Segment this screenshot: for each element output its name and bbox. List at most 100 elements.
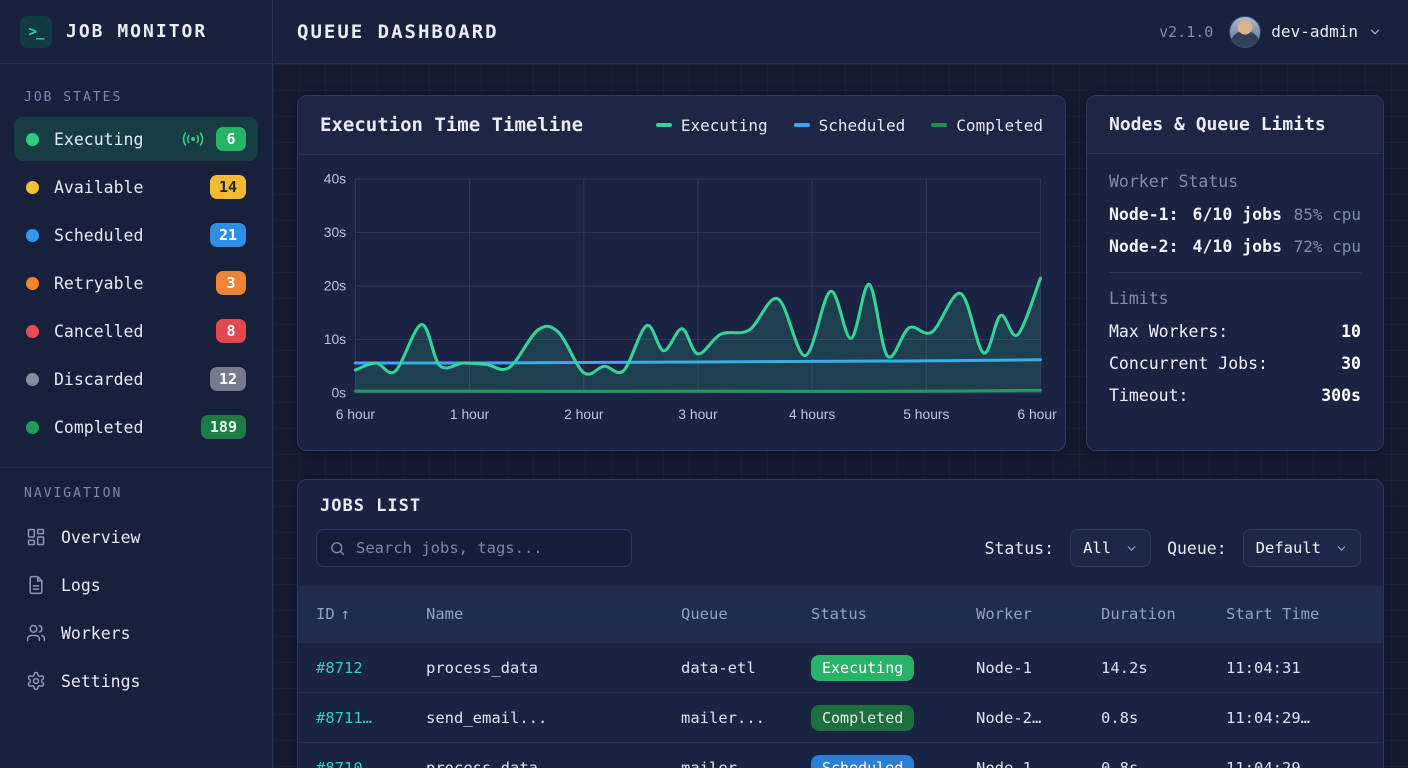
limit-row-concurrent-jobs: Concurrent Jobs: 30 (1109, 354, 1361, 373)
queue-filter-select[interactable]: Default (1242, 529, 1361, 567)
legend-item-scheduled[interactable]: Scheduled (793, 116, 905, 135)
svg-text:4 hours: 4 hours (789, 407, 835, 422)
discarded-dot (26, 372, 39, 386)
nav-label: Overview (61, 527, 141, 547)
svg-text:6 hour: 6 hour (336, 407, 376, 422)
count-badge: 6 (216, 127, 246, 151)
sidebar-item-completed[interactable]: Completed 189 (14, 405, 258, 449)
worker-jobs: 4/10 jobs (1192, 237, 1282, 256)
available-dot (26, 180, 39, 194)
table-row[interactable]: #8712 process_data data-etl Executing No… (298, 642, 1383, 692)
brand-name: JOB MONITOR (66, 21, 208, 42)
top-bar: >_ JOB MONITOR QUEUE DASHBOARD v2.1.0 de… (0, 0, 1408, 64)
worker-cpu: 72% cpu (1293, 237, 1361, 256)
column-header-worker[interactable]: Worker (976, 605, 1101, 623)
completed-dot (26, 420, 39, 434)
legend-label: Completed (956, 115, 1043, 135)
main-content: Execution Time Timeline Executing Schedu… (273, 64, 1408, 768)
sidebar-item-settings[interactable]: Settings (0, 657, 272, 705)
worker-jobs: 6/10 jobs (1192, 205, 1282, 224)
column-header-id[interactable]: ID ↑ (316, 605, 426, 623)
sidebar-item-retryable[interactable]: Retryable 3 (14, 261, 258, 305)
job-queue: mailer... (681, 708, 765, 727)
limit-label: Timeout: (1109, 386, 1189, 405)
job-duration: 14.2s (1101, 658, 1148, 677)
queue-filter-value: Default (1255, 539, 1321, 557)
nodes-limits-panel: Nodes & Queue Limits Worker Status Node-… (1086, 95, 1384, 451)
status-filter-label: Status: (984, 538, 1055, 558)
job-id-link[interactable]: #8711… (316, 709, 426, 727)
count-badge: 8 (216, 319, 246, 343)
sidebar-item-cancelled[interactable]: Cancelled 8 (14, 309, 258, 353)
count-badge: 3 (216, 271, 246, 295)
search-box[interactable] (316, 529, 632, 567)
job-name: send_email... (426, 708, 548, 727)
limit-label: Concurrent Jobs: (1109, 354, 1268, 373)
state-label: Cancelled (54, 321, 144, 341)
scheduled-dot (26, 228, 39, 242)
job-start-time: 11:04:29 (1226, 758, 1301, 768)
sidebar-item-overview[interactable]: Overview (0, 513, 272, 561)
legend-item-executing[interactable]: Executing (655, 116, 768, 135)
column-header-duration[interactable]: Duration (1101, 605, 1226, 623)
job-worker: Node-1 (976, 658, 1032, 677)
sort-ascending-icon: ↑ (340, 605, 351, 623)
svg-text:1 hour: 1 hour (450, 407, 490, 422)
queue-filter-label: Queue: (1167, 538, 1227, 558)
legend-item-completed[interactable]: Completed (931, 116, 1043, 135)
column-header-status[interactable]: Status (811, 605, 976, 623)
svg-text:30s: 30s (324, 225, 347, 240)
svg-text:2 hour: 2 hour (564, 407, 604, 422)
sidebar-item-executing[interactable]: Executing 6 (14, 117, 258, 161)
svg-text:3 hour: 3 hour (678, 407, 718, 422)
worker-status-heading: Worker Status (1109, 172, 1239, 191)
state-label: Executing (54, 129, 144, 149)
job-worker: Node-2… (976, 708, 1042, 727)
table-row[interactable]: #8711… send_email... mailer... Completed… (298, 692, 1383, 742)
sidebar-item-discarded[interactable]: Discarded 12 (14, 357, 258, 401)
state-label: Scheduled (54, 225, 144, 245)
executing-dot (26, 132, 39, 146)
limit-row-max-workers: Max Workers: 10 (1109, 322, 1361, 341)
count-badge: 12 (209, 367, 246, 391)
limit-value: 300s (1321, 386, 1361, 405)
job-queue: mailer (681, 758, 737, 768)
people-icon (26, 624, 46, 642)
document-icon (29, 575, 43, 595)
cancelled-dot (26, 324, 39, 338)
sidebar-item-workers[interactable]: Workers (0, 609, 272, 657)
column-header-start-time[interactable]: Start Time (1226, 605, 1383, 623)
job-name: process_data (426, 758, 538, 768)
column-header-queue[interactable]: Queue (681, 605, 811, 623)
job-id-link[interactable]: #8710 (316, 759, 426, 768)
jobs-table: ID ↑ Name Queue Status Worker Duration S… (298, 586, 1383, 768)
user-menu[interactable]: dev-admin (1229, 15, 1382, 48)
svg-text:10s: 10s (324, 332, 347, 347)
search-input[interactable] (356, 539, 619, 557)
scheduled-legend-swatch (793, 123, 810, 127)
brand: >_ JOB MONITOR (0, 0, 273, 63)
count-badge: 21 (209, 223, 246, 247)
count-badge: 189 (200, 415, 246, 439)
sidebar-item-logs[interactable]: Logs (0, 561, 272, 609)
timeline-chart: 0s 10s 20s 30s 40s 6 hour 1 hour 2 hour 3 hour 4 … (324, 172, 1064, 422)
grid-icon (27, 528, 45, 546)
table-row[interactable]: #8710 process_data mailer Scheduled Node… (298, 742, 1383, 768)
job-id-link[interactable]: #8712 (316, 659, 426, 677)
sidebar-item-available[interactable]: Available 14 (14, 165, 258, 209)
executing-legend-swatch (655, 123, 672, 127)
count-badge: 14 (209, 175, 246, 199)
chart-legend: Executing Scheduled Completed (655, 116, 1043, 135)
job-duration: 0.8s (1101, 758, 1139, 768)
limit-value: 30 (1341, 354, 1361, 373)
column-label: ID (316, 605, 335, 623)
nav-label: Settings (61, 671, 141, 691)
terminal-icon: >_ (20, 15, 52, 48)
sidebar-item-scheduled[interactable]: Scheduled 21 (14, 213, 258, 257)
job-name: process_data (426, 658, 538, 677)
column-header-name[interactable]: Name (426, 605, 681, 623)
svg-text:20s: 20s (324, 279, 347, 294)
job-start-time: 11:04:31 (1226, 658, 1301, 677)
column-label: Duration (1101, 605, 1176, 623)
status-filter-select[interactable]: All (1070, 529, 1152, 567)
